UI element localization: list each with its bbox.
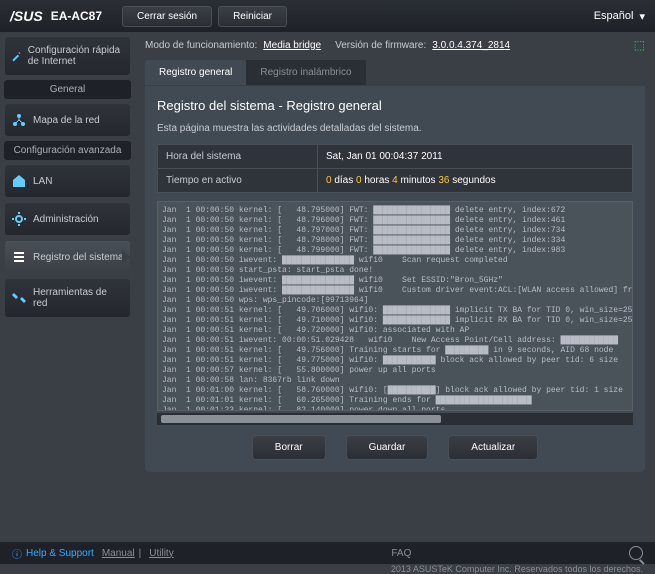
save-button[interactable]: Guardar	[346, 435, 429, 460]
page-title: Registro del sistema - Registro general	[157, 98, 633, 113]
sidebar-network-map[interactable]: Mapa de la red	[4, 103, 131, 137]
sidebar-system-log[interactable]: Registro del sistema	[4, 240, 131, 274]
tools-icon	[11, 290, 27, 306]
tabs: Registro general Registro inalámbrico	[145, 60, 645, 86]
page-desc: Esta página muestra las actividades deta…	[157, 123, 633, 134]
sidebar-general-header: General	[4, 80, 131, 99]
utility-link[interactable]: Utility	[149, 548, 173, 559]
sidebar-lan[interactable]: LAN	[4, 164, 131, 198]
op-mode-link[interactable]: Media bridge	[263, 40, 321, 51]
firmware-link[interactable]: 3.0.0.4.374_2814	[432, 40, 510, 51]
tab-general-log[interactable]: Registro general	[145, 60, 246, 85]
copyright: 2013 ASUSTeK Computer Inc. Reservados to…	[0, 564, 655, 574]
system-time: Sat, Jan 01 00:04:37 2011	[318, 145, 633, 169]
sidebar-advanced-header: Configuración avanzada	[4, 141, 131, 160]
top-info: Modo de funcionamiento: Media bridge Ver…	[145, 38, 645, 52]
home-icon	[11, 173, 27, 189]
logout-button[interactable]: Cerrar sesión	[122, 6, 212, 27]
refresh-button[interactable]: Actualizar	[448, 435, 538, 460]
sidebar: Configuración rápida de Internet General…	[0, 32, 135, 542]
list-icon	[11, 249, 27, 265]
status-icon: ⬚	[634, 38, 645, 52]
uptime: 0 días 0 horas 4 minutos 36 segundos	[318, 169, 633, 193]
faq-link[interactable]: FAQ	[391, 548, 411, 559]
info-table: Hora del sistemaSat, Jan 01 00:04:37 201…	[157, 144, 633, 193]
header: /SUS EA-AC87 Cerrar sesión Reiniciar Esp…	[0, 0, 655, 32]
sidebar-quick-setup[interactable]: Configuración rápida de Internet	[4, 36, 131, 76]
sidebar-admin[interactable]: Administración	[4, 202, 131, 236]
footer: ⓘ Help & Support Manual | Utility FAQ	[0, 542, 655, 564]
model-name: EA-AC87	[51, 9, 102, 23]
chevron-down-icon: ▾	[639, 10, 645, 23]
restart-button[interactable]: Reiniciar	[218, 6, 287, 27]
brand-logo: /SUS	[10, 8, 43, 24]
sidebar-network-tools[interactable]: Herramientas de red	[4, 278, 131, 318]
help-icon: ⓘ	[12, 546, 22, 561]
panel: Registro del sistema - Registro general …	[145, 86, 645, 472]
clear-button[interactable]: Borrar	[252, 435, 326, 460]
help-link[interactable]: Help & Support	[26, 548, 94, 559]
gear-icon	[11, 211, 27, 227]
content: Modo de funcionamiento: Media bridge Ver…	[135, 32, 655, 542]
tab-wireless-log[interactable]: Registro inalámbrico	[246, 60, 365, 85]
wand-icon	[11, 48, 22, 64]
log-textarea[interactable]: Jan 1 00:00:50 kernel: [ 48.795000] FWT:…	[157, 201, 633, 411]
h-scrollbar[interactable]	[157, 413, 633, 425]
language-selector[interactable]: Español ▾	[594, 10, 645, 23]
search-icon[interactable]	[629, 546, 643, 560]
manual-link[interactable]: Manual	[102, 548, 135, 559]
network-icon	[11, 112, 27, 128]
